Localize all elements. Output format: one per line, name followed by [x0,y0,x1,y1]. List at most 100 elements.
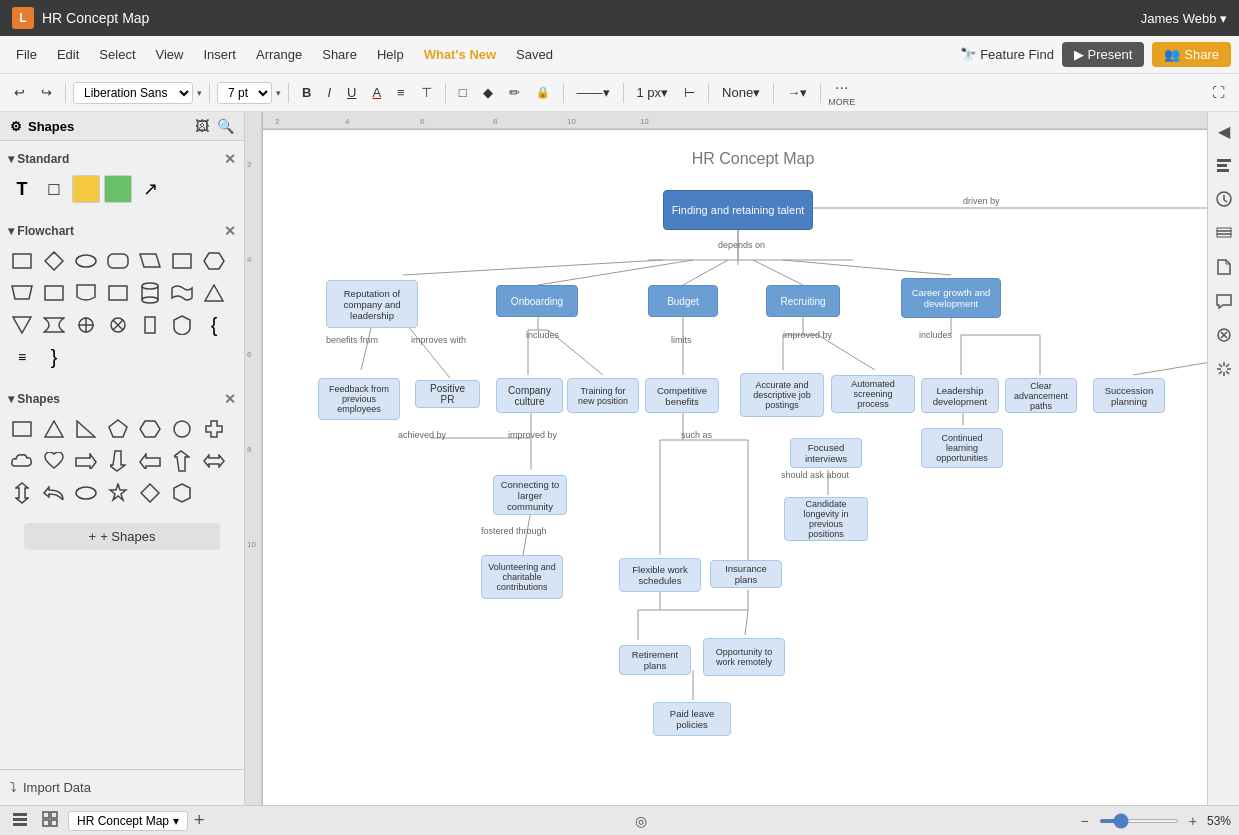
node-candidate-longevity[interactable]: Candidate longevity in previous position… [784,497,868,541]
fc-oval[interactable] [72,247,100,275]
history-icon[interactable] [1211,186,1237,212]
italic-button[interactable]: I [321,82,337,103]
font-size-select[interactable]: 7 pt [217,82,272,104]
fc-brace-right[interactable]: } [40,343,68,371]
s-arrow-lr[interactable] [200,447,228,475]
fc-shield[interactable] [168,311,196,339]
zoom-plus-button[interactable]: + [1185,811,1201,831]
rect-shape[interactable]: □ [40,175,68,203]
node-succession[interactable]: Succession planning [1093,378,1165,413]
node-reputation[interactable]: Reputation of company and leadership [326,280,418,328]
line-color-button[interactable]: ✏ [503,82,526,103]
plugin-icon[interactable] [1211,322,1237,348]
s-arrow-back[interactable] [40,479,68,507]
s-rect[interactable] [8,415,36,443]
underline-button[interactable]: U [341,82,362,103]
s-triangle[interactable] [40,415,68,443]
s-diamond[interactable] [136,479,164,507]
menu-view[interactable]: View [148,43,192,66]
fullscreen-button[interactable]: ⛶ [1206,82,1231,103]
more-button[interactable]: ··· MORE [828,79,855,107]
node-onboarding[interactable]: Onboarding [496,285,578,317]
arrow-shape[interactable]: ↗ [136,175,164,203]
node-positive-pr[interactable]: Positive PR [415,380,480,408]
green-rect-shape[interactable] [104,175,132,203]
tab-name-button[interactable]: HR Concept Map ▾ [68,811,188,831]
edit-style-button[interactable]: 🔒 [530,83,556,102]
menu-insert[interactable]: Insert [195,43,244,66]
fc-rect[interactable] [8,247,36,275]
zoom-minus-button[interactable]: − [1077,811,1093,831]
user-menu[interactable]: James Webb ▾ [1141,11,1227,26]
flowchart-section-header[interactable]: ▾ Flowchart ✕ [6,219,238,243]
font-color-button[interactable]: A [366,82,387,103]
font-select[interactable]: Liberation Sans [73,82,193,104]
list-view-button[interactable] [8,810,32,831]
standard-section-header[interactable]: ▾ Standard ✕ [6,147,238,171]
s-cloud[interactable] [8,447,36,475]
fc-brace-left[interactable]: { [200,311,228,339]
menu-help[interactable]: Help [369,43,412,66]
node-flexible-work[interactable]: Flexible work schedules [619,558,701,592]
line-width-select[interactable]: 1 px▾ [631,82,675,103]
node-career-growth[interactable]: Career growth and development [901,278,1001,318]
fc-cylinder[interactable] [136,279,164,307]
bold-button[interactable]: B [296,82,317,103]
s-hex[interactable] [136,415,164,443]
node-continued-learning[interactable]: Continued learning opportunities [921,428,1003,468]
fc-bow[interactable] [40,311,68,339]
s-star[interactable] [104,479,132,507]
text-pos-button[interactable]: ⊤ [415,82,438,103]
fill-color-button[interactable]: ◆ [477,82,499,103]
feature-find-button[interactable]: 🔭 Feature Find [960,47,1054,62]
s-right-triangle[interactable] [72,415,100,443]
flowchart-close[interactable]: ✕ [224,223,236,239]
node-volunteering[interactable]: Volunteering and charitable contribution… [481,555,563,599]
zoom-slider[interactable] [1099,819,1179,823]
node-competitive-benefits[interactable]: Competitive benefits [645,378,719,413]
node-budget[interactable]: Budget [648,285,718,317]
node-insurance[interactable]: Insurance plans [710,560,782,588]
node-leadership-dev[interactable]: Leadership development [921,378,999,413]
text-shape[interactable]: T [8,175,36,203]
grid-view-button[interactable] [38,809,62,832]
node-finding-talent[interactable]: Finding and retaining talent [663,190,813,230]
standard-close[interactable]: ✕ [224,151,236,167]
node-retirement[interactable]: Retirement plans [619,645,691,675]
format-panel-icon[interactable] [1211,152,1237,178]
fc-parallelogram[interactable] [136,247,164,275]
s-arrow-ud[interactable] [8,479,36,507]
node-company-culture[interactable]: Company culture [496,378,563,413]
collapse-panel-icon[interactable]: ◀ [1211,118,1237,144]
fc-rect2[interactable] [168,247,196,275]
node-feedback[interactable]: Feedback from previous employees [318,378,400,420]
menu-share[interactable]: Share [314,43,365,66]
waypoint-button[interactable]: ⊢ [678,82,701,103]
s-arrow-left[interactable] [136,447,164,475]
present-button[interactable]: ▶ Present [1062,42,1144,67]
line-style-select[interactable]: ——▾ [571,82,616,103]
fc-trap[interactable] [8,279,36,307]
fc-x[interactable] [104,311,132,339]
node-job-postings[interactable]: Accurate and descriptive job postings [740,373,824,417]
image-icon[interactable]: 🖼 [195,118,209,134]
fc-round-rect[interactable] [104,247,132,275]
conn-style-select[interactable]: None▾ [716,82,766,103]
add-tab-button[interactable]: + [194,810,205,831]
node-focused-interviews[interactable]: Focused interviews [790,438,862,468]
menu-file[interactable]: File [8,43,45,66]
menu-arrange[interactable]: Arrange [248,43,310,66]
node-remote-work[interactable]: Opportunity to work remotely [703,638,785,676]
fc-doc[interactable] [72,279,100,307]
fc-rect4[interactable] [104,279,132,307]
s-hexagon2[interactable] [168,479,196,507]
s-arrow-up[interactable] [168,447,196,475]
user-name[interactable]: James Webb ▾ [1141,11,1227,26]
diagram-canvas[interactable]: HR Concept Map [263,130,1207,805]
menu-edit[interactable]: Edit [49,43,87,66]
fc-tape[interactable] [168,279,196,307]
fc-diamond[interactable] [40,247,68,275]
menu-whats-new[interactable]: What's New [416,43,504,66]
menu-saved[interactable]: Saved [508,43,561,66]
fc-lines[interactable]: ≡ [8,343,36,371]
